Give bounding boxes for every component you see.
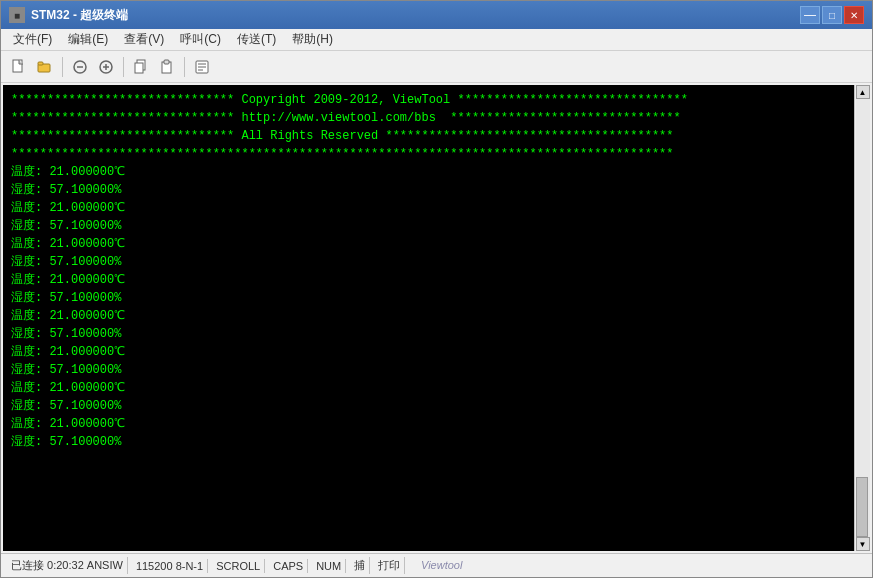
brand-area: Viewtool <box>409 555 489 577</box>
vertical-scrollbar[interactable]: ▲ ▼ <box>854 85 870 551</box>
caps-indicator: CAPS <box>269 559 308 573</box>
window-title: STM32 - 超级终端 <box>31 7 800 24</box>
baud-rate: 115200 8-N-1 <box>132 559 208 573</box>
svg-rect-2 <box>38 62 43 65</box>
terminal-data-line: 湿度: 57.100000% <box>11 361 846 379</box>
status-bar: 已连接 0:20:32 ANSIW 115200 8-N-1 SCROLL CA… <box>1 553 872 577</box>
menu-view[interactable]: 查看(V) <box>116 29 172 50</box>
capture-indicator: 捕 <box>350 557 370 574</box>
terminal-container: ******************************* Copyrigh… <box>1 83 872 553</box>
terminal-header-line: ****************************************… <box>11 145 846 163</box>
scroll-indicator: SCROLL <box>212 559 265 573</box>
svg-rect-11 <box>164 60 169 64</box>
terminal-data-line: 湿度: 57.100000% <box>11 289 846 307</box>
terminal-data-line: 温度: 21.000000℃ <box>11 163 846 181</box>
print-indicator: 打印 <box>374 557 405 574</box>
minimize-button[interactable]: — <box>800 6 820 24</box>
menu-edit[interactable]: 编辑(E) <box>60 29 116 50</box>
menu-transfer[interactable]: 传送(T) <box>229 29 284 50</box>
close-button[interactable]: ✕ <box>844 6 864 24</box>
terminal-data-line: 温度: 21.000000℃ <box>11 199 846 217</box>
toolbar-connect-btn[interactable] <box>94 55 118 79</box>
toolbar-sep-3 <box>184 57 185 77</box>
toolbar-paste-btn[interactable] <box>155 55 179 79</box>
terminal-data-line: 湿度: 57.100000% <box>11 181 846 199</box>
title-bar: ■ STM32 - 超级终端 — □ ✕ <box>1 1 872 29</box>
terminal-data-line: 温度: 21.000000℃ <box>11 379 846 397</box>
window-controls: — □ ✕ <box>800 6 864 24</box>
toolbar-disconnect-btn[interactable] <box>68 55 92 79</box>
terminal-output[interactable]: ******************************* Copyrigh… <box>3 85 854 551</box>
app-icon: ■ <box>9 7 25 23</box>
terminal-data-line: 湿度: 57.100000% <box>11 397 846 415</box>
terminal-data-line: 湿度: 57.100000% <box>11 433 846 451</box>
terminal-data-line: 温度: 21.000000℃ <box>11 415 846 433</box>
menu-help[interactable]: 帮助(H) <box>284 29 341 50</box>
toolbar-properties-btn[interactable] <box>190 55 214 79</box>
scroll-up-arrow[interactable]: ▲ <box>856 85 870 99</box>
svg-rect-9 <box>135 63 143 73</box>
terminal-data-line: 温度: 21.000000℃ <box>11 235 846 253</box>
scroll-down-arrow[interactable]: ▼ <box>856 537 870 551</box>
connection-status: 已连接 0:20:32 ANSIW <box>7 557 128 574</box>
toolbar <box>1 51 872 83</box>
terminal-data-line: 湿度: 57.100000% <box>11 217 846 235</box>
terminal-header-line: ******************************* Copyrigh… <box>11 91 846 109</box>
menu-call[interactable]: 呼叫(C) <box>172 29 229 50</box>
terminal-data-line: 温度: 21.000000℃ <box>11 271 846 289</box>
toolbar-open-btn[interactable] <box>33 55 57 79</box>
terminal-data-line: 温度: 21.000000℃ <box>11 307 846 325</box>
toolbar-copy-btn[interactable] <box>129 55 153 79</box>
main-window: ■ STM32 - 超级终端 — □ ✕ 文件(F) 编辑(E) 查看(V) 呼… <box>0 0 873 578</box>
brand-logo: Viewtool <box>419 556 489 576</box>
restore-button[interactable]: □ <box>822 6 842 24</box>
terminal-header-line: ******************************* All Righ… <box>11 127 846 145</box>
terminal-data-line: 湿度: 57.100000% <box>11 325 846 343</box>
terminal-data-line: 温度: 21.000000℃ <box>11 343 846 361</box>
scroll-track[interactable] <box>856 99 870 537</box>
terminal-header-line: ******************************* http://w… <box>11 109 846 127</box>
toolbar-new-btn[interactable] <box>7 55 31 79</box>
scroll-thumb[interactable] <box>856 477 868 537</box>
num-indicator: NUM <box>312 559 346 573</box>
terminal-data-line: 湿度: 57.100000% <box>11 253 846 271</box>
toolbar-sep-2 <box>123 57 124 77</box>
menu-file[interactable]: 文件(F) <box>5 29 60 50</box>
menu-bar: 文件(F) 编辑(E) 查看(V) 呼叫(C) 传送(T) 帮助(H) <box>1 29 872 51</box>
toolbar-sep-1 <box>62 57 63 77</box>
svg-text:Viewtool: Viewtool <box>421 559 463 571</box>
